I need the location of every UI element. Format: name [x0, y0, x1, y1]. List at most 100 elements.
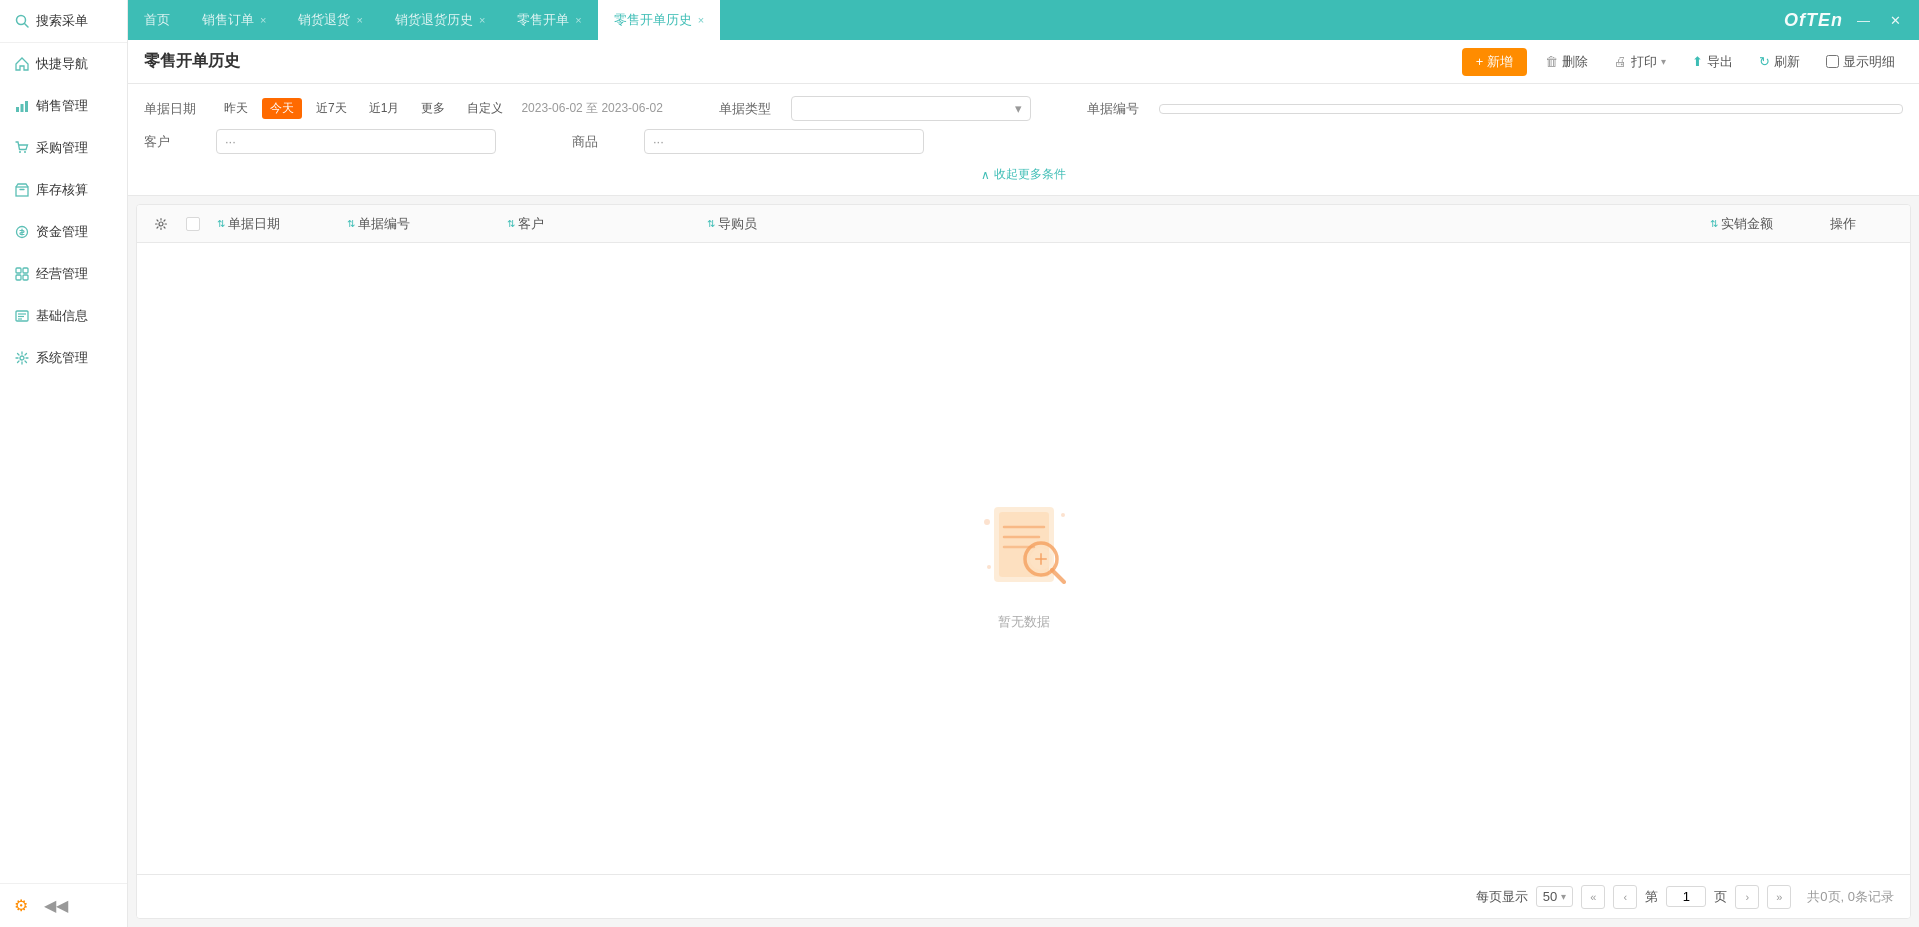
add-button[interactable]: + 新增	[1462, 48, 1527, 76]
tab-close-sales-return[interactable]: ×	[356, 14, 362, 26]
sidebar-item-purchase-mgmt[interactable]: 采购管理	[0, 127, 127, 169]
sidebar-search-label: 搜索采单	[36, 12, 88, 30]
print-arrow-icon: ▾	[1661, 56, 1666, 67]
display-detail-button[interactable]: 显示明细	[1818, 49, 1903, 75]
home-icon	[14, 56, 30, 72]
sidebar-item-inventory[interactable]: 库存核算	[0, 169, 127, 211]
manage-icon	[14, 266, 30, 282]
export-label: 导出	[1707, 53, 1733, 71]
svg-rect-2	[16, 107, 19, 112]
settings-icon[interactable]: ⚙	[14, 896, 28, 915]
collapse-filter-button[interactable]: ∧ 收起更多条件	[144, 162, 1903, 183]
last7days-btn[interactable]: 近7天	[308, 98, 355, 119]
sidebar-item-quick-nav[interactable]: 快捷导航	[0, 43, 127, 85]
col-header-date[interactable]: ⇅ 单据日期	[209, 215, 339, 233]
delete-icon: 🗑	[1545, 54, 1558, 69]
tab-close-sales-order[interactable]: ×	[260, 14, 266, 26]
tab-sales-order[interactable]: 销售订单 ×	[186, 0, 282, 40]
customer-label: 客户	[144, 133, 200, 151]
tab-close-retail-open-history[interactable]: ×	[698, 14, 704, 26]
refresh-button[interactable]: ↻ 刷新	[1751, 49, 1808, 75]
first-page-button[interactable]: «	[1581, 885, 1605, 909]
column-settings-button[interactable]	[145, 217, 177, 231]
tab-sales-return-history[interactable]: 销货退货历史 ×	[379, 0, 501, 40]
top-navigation: 首页 销售订单 × 销货退货 × 销货退货历史 × 零售开单 × 零售开单历史 …	[128, 0, 1919, 40]
yesterday-btn[interactable]: 昨天	[216, 98, 256, 119]
sidebar-item-sales-mgmt[interactable]: 销售管理	[0, 85, 127, 127]
tab-retail-open-history[interactable]: 零售开单历史 ×	[598, 0, 720, 40]
print-button[interactable]: 🖨 打印 ▾	[1606, 49, 1674, 75]
page-number-input[interactable]	[1666, 886, 1706, 907]
sort-icon-billno: ⇅	[347, 218, 355, 229]
col-header-customer[interactable]: ⇅ 客户	[499, 215, 699, 233]
export-button[interactable]: ⬆ 导出	[1684, 49, 1741, 75]
table-area: ⇅ 单据日期 ⇅ 单据编号 ⇅ 客户 ⇅ 导购员 ⇅ 实销金额 操作	[136, 204, 1911, 919]
tab-home[interactable]: 首页	[128, 0, 186, 40]
sidebar-item-finance[interactable]: 资金管理	[0, 211, 127, 253]
window-minimize-button[interactable]: —	[1851, 13, 1876, 28]
tab-retail-open[interactable]: 零售开单 ×	[501, 0, 597, 40]
page-size-select[interactable]: 50 ▾	[1536, 886, 1573, 907]
bill-type-arrow-icon: ▾	[1015, 101, 1022, 116]
page-size-arrow-icon: ▾	[1561, 891, 1566, 902]
empty-text: 暂无数据	[998, 613, 1050, 631]
prev-page-button[interactable]: ‹	[1613, 885, 1637, 909]
filter-dates: 昨天 今天 近7天 近1月 更多 自定义 2023-06-02 至 2023-0…	[216, 98, 663, 119]
page-size-value: 50	[1543, 889, 1557, 904]
sidebar: 搜索采单 快捷导航 销售管理 采购管理	[0, 0, 128, 927]
svg-line-1	[25, 24, 29, 28]
page-size-label: 每页显示	[1476, 888, 1528, 906]
sidebar-label-basic-info: 基础信息	[36, 307, 88, 325]
sidebar-item-basic-info[interactable]: 基础信息	[0, 295, 127, 337]
svg-rect-4	[25, 101, 28, 112]
sort-icon-amount: ⇅	[1710, 218, 1718, 229]
delete-button[interactable]: 🗑 删除	[1537, 49, 1596, 75]
display-detail-label: 显示明细	[1843, 53, 1895, 71]
select-all-checkbox[interactable]	[177, 217, 209, 231]
date-range-display: 2023-06-02 至 2023-06-02	[521, 100, 662, 117]
filter-row-2: 客户 ··· 商品 ···	[144, 129, 1903, 154]
svg-rect-12	[16, 275, 21, 280]
svg-point-6	[24, 151, 26, 153]
sidebar-label-sales-mgmt: 销售管理	[36, 97, 88, 115]
next-page-button[interactable]: ›	[1735, 885, 1759, 909]
display-detail-checkbox[interactable]	[1826, 55, 1839, 68]
sidebar-item-system[interactable]: 系统管理	[0, 337, 127, 379]
more-btn[interactable]: 更多	[413, 98, 453, 119]
col-header-amount[interactable]: ⇅ 实销金额	[1702, 215, 1822, 233]
pagination: 每页显示 50 ▾ « ‹ 第 页 › » 共0页, 0条记录	[137, 874, 1910, 918]
collapse-icon[interactable]: ◀◀	[44, 896, 68, 915]
svg-rect-10	[16, 268, 21, 273]
info-icon	[14, 308, 30, 324]
col-header-billno[interactable]: ⇅ 单据编号	[339, 215, 499, 233]
today-btn[interactable]: 今天	[262, 98, 302, 119]
bill-type-select[interactable]: ▾	[791, 96, 1031, 121]
toolbar-actions: + 新增 🗑 删除 🖨 打印 ▾ ⬆ 导出 ↻ 刷新 显示明细	[1462, 48, 1903, 76]
sidebar-label-finance: 资金管理	[36, 223, 88, 241]
custom-btn[interactable]: 自定义	[459, 98, 511, 119]
svg-rect-13	[23, 275, 28, 280]
svg-point-32	[987, 565, 991, 569]
sidebar-item-operations[interactable]: 经营管理	[0, 253, 127, 295]
bill-no-input[interactable]	[1159, 104, 1903, 114]
window-close-button[interactable]: ✕	[1884, 13, 1907, 28]
sort-icon-guide: ⇅	[707, 218, 715, 229]
last-page-button[interactable]: »	[1767, 885, 1791, 909]
tab-close-sales-return-history[interactable]: ×	[479, 14, 485, 26]
sidebar-label-system: 系统管理	[36, 349, 88, 367]
sidebar-label-inventory: 库存核算	[36, 181, 88, 199]
sidebar-label-quick-nav: 快捷导航	[36, 55, 88, 73]
page-suffix: 页	[1714, 888, 1727, 906]
filter-area: 单据日期 昨天 今天 近7天 近1月 更多 自定义 2023-06-02 至 2…	[128, 84, 1919, 196]
sidebar-search[interactable]: 搜索采单	[0, 0, 127, 43]
page-word: 第	[1645, 888, 1658, 906]
goods-input[interactable]: ···	[644, 129, 924, 154]
tab-sales-return[interactable]: 销货退货 ×	[282, 0, 378, 40]
last1month-btn[interactable]: 近1月	[361, 98, 408, 119]
svg-point-19	[159, 222, 163, 226]
col-header-guide[interactable]: ⇅ 导购员	[699, 215, 819, 233]
collapse-up-icon: ∧	[981, 168, 990, 182]
customer-input[interactable]: ···	[216, 129, 496, 154]
tab-close-retail-open[interactable]: ×	[575, 14, 581, 26]
svg-point-5	[19, 151, 21, 153]
